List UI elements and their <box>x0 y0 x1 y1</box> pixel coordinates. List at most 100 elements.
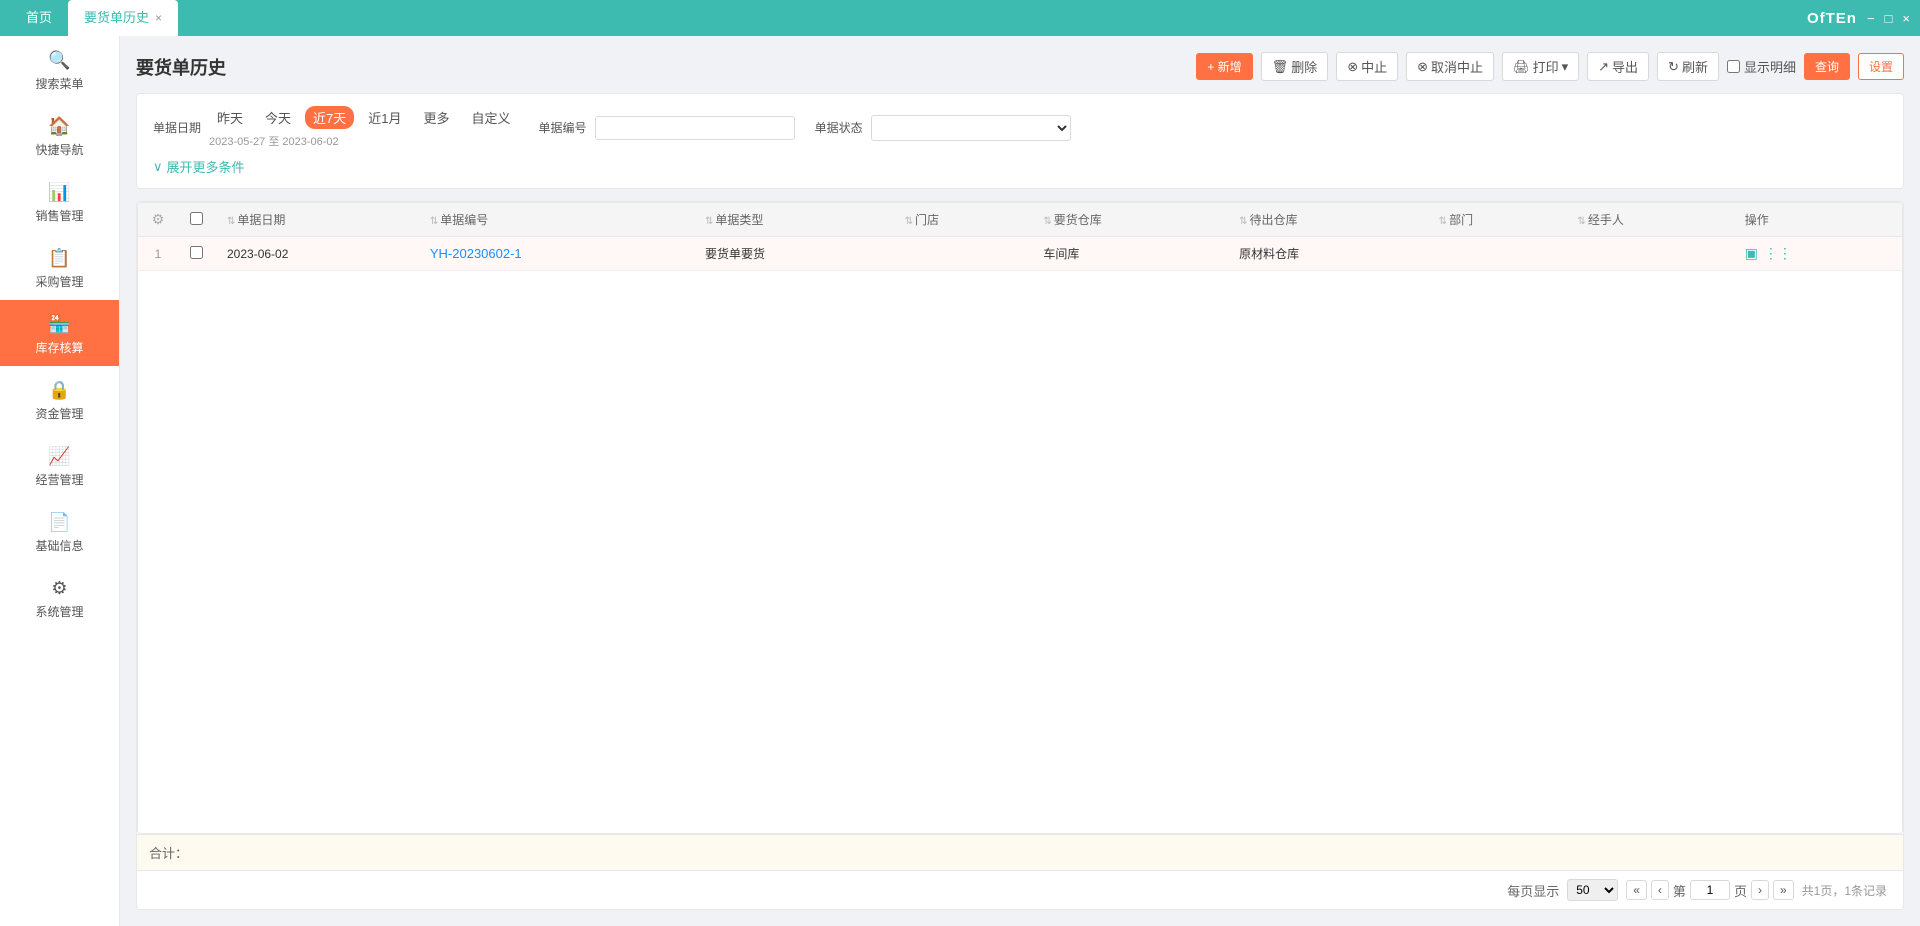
tab-active[interactable]: 要货单历史 × <box>68 0 178 36</box>
settings-button[interactable]: 设置 <box>1858 53 1904 80</box>
th-doc-no[interactable]: 单据编号 <box>418 203 693 237</box>
th-department[interactable]: 部门 <box>1427 203 1566 237</box>
sidebar-item-operations[interactable]: 📈 经营管理 <box>0 432 119 498</box>
prev-group-btn[interactable]: « <box>1626 880 1647 900</box>
select-all-checkbox[interactable] <box>190 212 203 225</box>
th-doc-date[interactable]: 单据日期 <box>215 203 418 237</box>
inventory-icon: 🏪 <box>48 314 70 335</box>
sidebar-label-finance: 资金管理 <box>35 405 83 422</box>
finance-icon: 🔒 <box>48 380 70 401</box>
th-req-warehouse[interactable]: 要货仓库 <box>1031 203 1227 237</box>
row-checkbox-cell <box>178 237 215 271</box>
cancel-stop-icon: ⊗ <box>1417 59 1428 75</box>
tab-active-label: 要货单历史 <box>84 0 149 36</box>
date-btn-group: 昨天 今天 近7天 近1月 更多 自定义 <box>209 106 519 129</box>
toolbar: + 新增 🗑 删除 ⊗ 中止 ⊗ 取消中止 🖨 打印 ▾ <box>1196 52 1904 81</box>
query-button[interactable]: 查询 <box>1804 53 1850 80</box>
sales-icon: 📊 <box>48 182 70 203</box>
sidebar-item-basic-info[interactable]: 📄 基础信息 <box>0 498 119 564</box>
cell-doc-no[interactable]: YH-20230602-1 <box>418 237 693 271</box>
footer-label: 合计： <box>149 846 188 861</box>
sidebar-item-inventory[interactable]: 🏪 库存核算 <box>0 300 119 366</box>
page-nav: « ‹ 第 页 › » <box>1626 880 1793 900</box>
print-icon: 🖨 <box>1513 59 1530 75</box>
th-handler[interactable]: 经手人 <box>1565 203 1732 237</box>
sidebar-label-operations: 经营管理 <box>35 471 83 488</box>
stop-button[interactable]: ⊗ 中止 <box>1336 52 1398 81</box>
print-button[interactable]: 🖨 打印 ▾ <box>1502 52 1579 81</box>
sidebar-item-system[interactable]: ⚙ 系统管理 <box>0 564 119 630</box>
th-doc-type[interactable]: 单据类型 <box>693 203 893 237</box>
show-detail-label[interactable]: 显示明细 <box>1727 57 1796 76</box>
window-close[interactable]: × <box>1902 11 1910 26</box>
doc-no-link[interactable]: YH-20230602-1 <box>430 246 522 261</box>
more-icon[interactable]: ⋮⋮ <box>1764 245 1792 262</box>
show-detail-checkbox[interactable] <box>1727 60 1740 73</box>
th-store[interactable]: 门店 <box>893 203 1032 237</box>
sidebar-item-sales[interactable]: 📊 销售管理 <box>0 168 119 234</box>
th-pending-warehouse[interactable]: 待出仓库 <box>1227 203 1427 237</box>
page-info: 共1页，1条记录 <box>1802 882 1887 899</box>
row-checkbox[interactable] <box>190 246 203 259</box>
view-icon[interactable]: ▣ <box>1745 245 1758 262</box>
gear-icon[interactable]: ⚙ <box>152 211 165 227</box>
cancel-stop-button[interactable]: ⊗ 取消中止 <box>1406 52 1494 81</box>
filter-doc-status: 单据状态 <box>815 115 1071 141</box>
search-menu-icon: 🔍 <box>48 50 70 71</box>
page-size-select[interactable]: 50 100 <box>1567 879 1618 901</box>
date-btn-1month[interactable]: 近1月 <box>360 106 409 129</box>
date-range-display: 2023-05-27 至 2023-06-02 <box>209 133 519 149</box>
filter-row: 单据日期 昨天 今天 近7天 近1月 更多 自定义 2023-05-27 至 2… <box>153 106 1887 149</box>
table-container: ⚙ 单据日期 单据编号 单据类型 门店 要货仓库 待出仓库 部门 <box>137 202 1903 834</box>
tab-home[interactable]: 首页 <box>10 0 68 36</box>
cell-handler <box>1565 237 1732 271</box>
sidebar-item-quick-nav[interactable]: 🏠 快捷导航 <box>0 102 119 168</box>
cell-req-warehouse: 车间库 <box>1031 237 1227 271</box>
th-settings: ⚙ <box>138 203 178 237</box>
doc-no-label: 单据编号 <box>539 119 587 136</box>
export-icon: ↗ <box>1598 59 1609 75</box>
content-area: 要货单历史 + 新增 🗑 删除 ⊗ 中止 ⊗ 取消中止 🖨 打印 <box>120 36 1920 926</box>
basic-info-icon: 📄 <box>48 512 70 533</box>
date-btn-7days[interactable]: 近7天 <box>305 106 354 129</box>
delete-icon: 🗑 <box>1272 59 1289 75</box>
expand-more-btn[interactable]: ∨ 展开更多条件 <box>153 157 1887 176</box>
filter-doc-no: 单据编号 <box>539 116 795 140</box>
date-btn-yesterday[interactable]: 昨天 <box>209 106 251 129</box>
export-button[interactable]: ↗ 导出 <box>1587 52 1649 81</box>
date-btn-today[interactable]: 今天 <box>257 106 299 129</box>
quick-nav-icon: 🏠 <box>48 116 70 137</box>
add-button[interactable]: + 新增 <box>1196 53 1252 80</box>
filter-doc-date: 单据日期 昨天 今天 近7天 近1月 更多 自定义 2023-05-27 至 2… <box>153 106 519 149</box>
top-bar: 首页 要货单历史 × OfTEn − □ × <box>0 0 1920 36</box>
brand-logo: OfTEn <box>1807 10 1857 27</box>
row-num: 1 <box>138 237 178 271</box>
date-btn-more[interactable]: 更多 <box>416 106 458 129</box>
sidebar-item-finance[interactable]: 🔒 资金管理 <box>0 366 119 432</box>
top-bar-right: OfTEn − □ × <box>1807 10 1910 27</box>
page-title: 要货单历史 <box>136 54 226 80</box>
sidebar-item-search-menu[interactable]: 🔍 搜索菜单 <box>0 36 119 102</box>
window-minimize[interactable]: − <box>1867 11 1875 26</box>
doc-status-select[interactable] <box>871 115 1071 141</box>
sidebar-label-system: 系统管理 <box>35 603 83 620</box>
th-action: 操作 <box>1733 203 1902 237</box>
page-label: 第 <box>1673 881 1686 900</box>
window-maximize[interactable]: □ <box>1885 11 1893 26</box>
prev-btn[interactable]: ‹ <box>1651 880 1669 900</box>
refresh-button[interactable]: ↻ 刷新 <box>1657 52 1719 81</box>
date-btn-custom[interactable]: 自定义 <box>464 106 519 129</box>
delete-button[interactable]: 🗑 删除 <box>1261 52 1329 81</box>
cell-store <box>893 237 1032 271</box>
system-icon: ⚙ <box>51 578 67 599</box>
chevron-down-icon: ∨ <box>153 159 163 175</box>
tab-close-icon[interactable]: × <box>155 0 162 36</box>
page-unit: 页 <box>1734 881 1747 900</box>
purchase-icon: 📋 <box>48 248 70 269</box>
page-input[interactable] <box>1690 880 1730 900</box>
doc-no-input[interactable] <box>595 116 795 140</box>
sidebar-item-purchase[interactable]: 📋 采购管理 <box>0 234 119 300</box>
sidebar-label-quick-nav: 快捷导航 <box>35 141 83 158</box>
next-group-btn[interactable]: » <box>1773 880 1794 900</box>
next-btn[interactable]: › <box>1751 880 1769 900</box>
